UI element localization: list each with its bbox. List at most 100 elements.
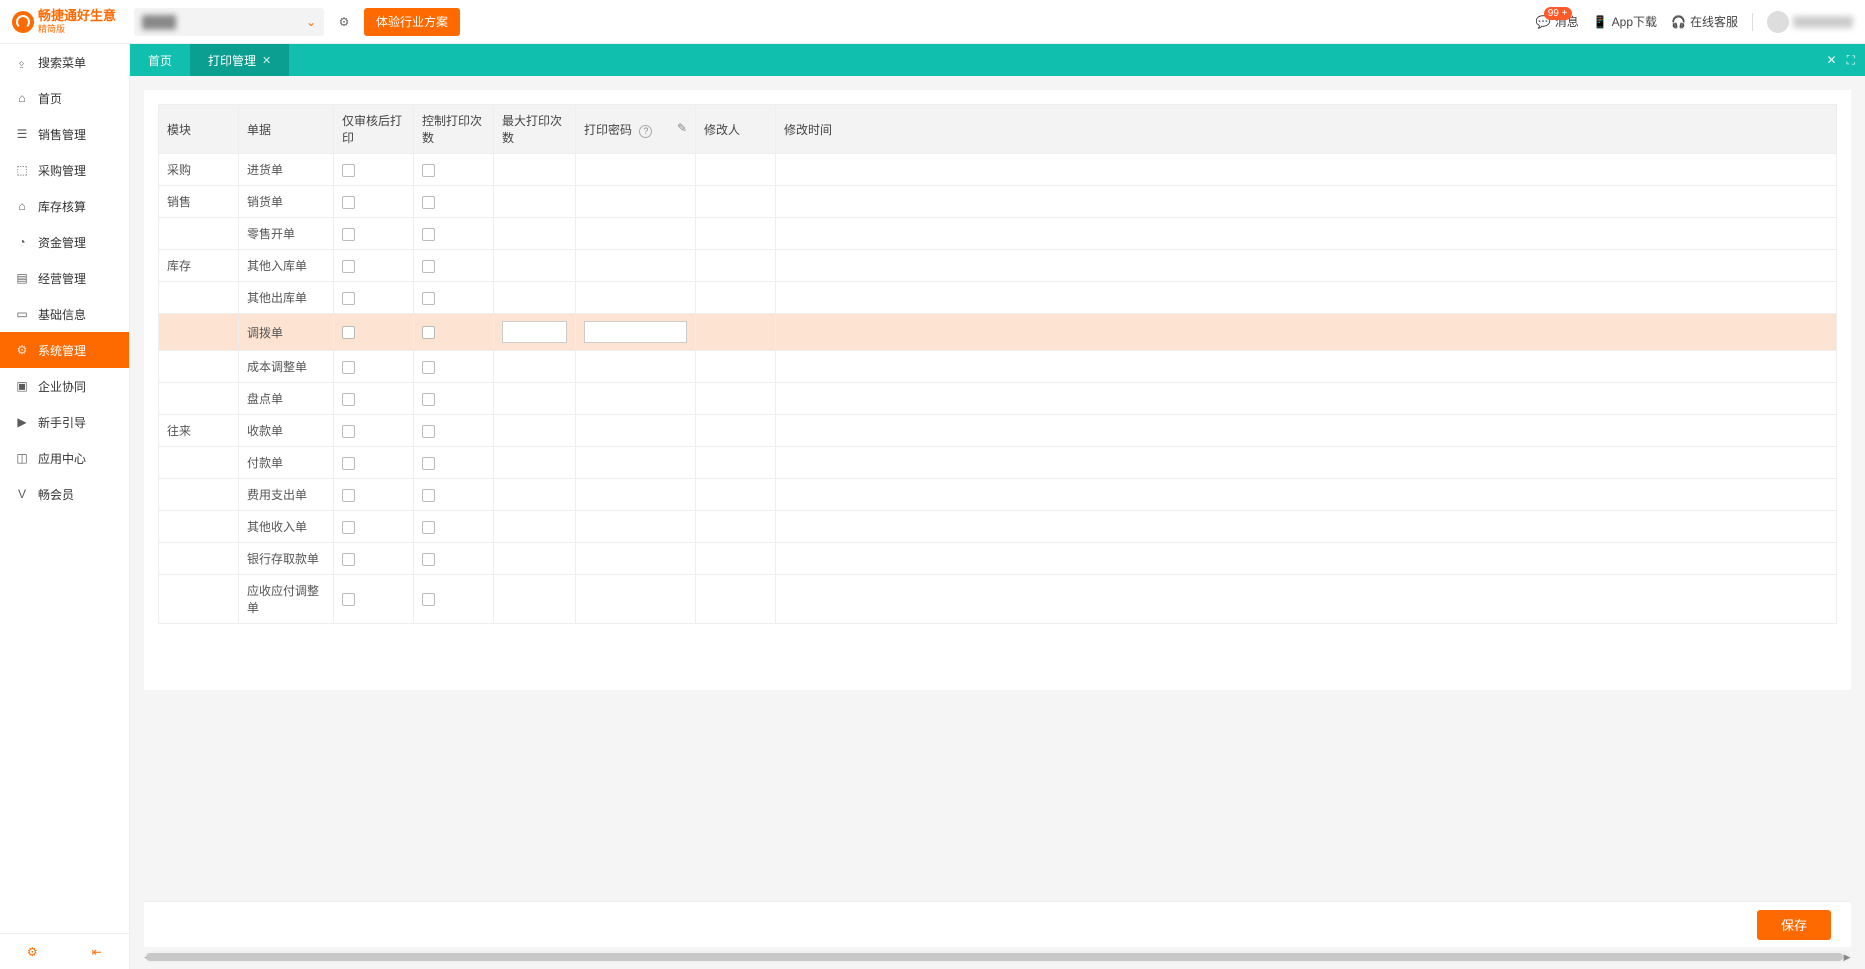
audit-print-checkbox[interactable] [342, 489, 355, 502]
audit-print-checkbox[interactable] [342, 228, 355, 241]
audit-print-checkbox[interactable] [342, 425, 355, 438]
cell-doc: 应收应付调整单 [239, 575, 334, 624]
online-service-label: 在线客服 [1690, 13, 1738, 30]
user-menu[interactable] [1767, 11, 1853, 33]
settings-gear-icon[interactable]: ⚙ [330, 15, 358, 29]
audit-print-checkbox[interactable] [342, 361, 355, 374]
ctrl-count-checkbox[interactable] [422, 196, 435, 209]
audit-print-checkbox[interactable] [342, 521, 355, 534]
ctrl-count-checkbox[interactable] [422, 489, 435, 502]
audit-print-checkbox[interactable] [342, 553, 355, 566]
cell-modifier [696, 511, 776, 543]
scroll-left-arrow[interactable]: ◀ [142, 951, 154, 963]
avatar-icon [1767, 11, 1789, 33]
divider [1752, 13, 1753, 31]
tab-close-all-icon[interactable]: ✕ [1827, 53, 1837, 67]
cell-doc: 其他入库单 [239, 250, 334, 282]
cell-max-count [494, 575, 576, 624]
ctrl-count-checkbox[interactable] [422, 521, 435, 534]
close-icon[interactable]: ✕ [262, 54, 271, 67]
cell-audit-print [334, 415, 414, 447]
horizontal-scrollbar[interactable]: ◀ ▶ [144, 951, 1851, 963]
cell-pwd [576, 154, 696, 186]
sidebar-item-funds[interactable]: ◔资金管理 [0, 224, 129, 260]
sidebar-item-vip[interactable]: V畅会员 [0, 476, 129, 512]
app-download-label: App下载 [1612, 13, 1657, 30]
cell-modifier [696, 314, 776, 351]
edit-icon[interactable]: ✎ [677, 121, 687, 135]
sidebar-item-guide[interactable]: ▶新手引导 [0, 404, 129, 440]
sidebar-settings-icon[interactable]: ⚙ [0, 934, 65, 969]
audit-print-checkbox[interactable] [342, 196, 355, 209]
save-button[interactable]: 保存 [1757, 910, 1831, 940]
help-icon[interactable]: ? [639, 125, 652, 138]
audit-print-checkbox[interactable] [342, 164, 355, 177]
audit-print-checkbox[interactable] [342, 457, 355, 470]
online-service-link[interactable]: 🎧 在线客服 [1671, 13, 1738, 30]
trial-button[interactable]: 体验行业方案 [364, 8, 460, 36]
ctrl-count-checkbox[interactable] [422, 326, 435, 339]
content-scroll[interactable]: 模块 单据 仅审核后打印 控制打印次数 最大打印次数 打印密码 ? ✎ 修改人 [130, 76, 1865, 893]
cell-modifier [696, 383, 776, 415]
sidebar-item-coop[interactable]: ▣企业协同 [0, 368, 129, 404]
ctrl-count-checkbox[interactable] [422, 292, 435, 305]
ctrl-count-checkbox[interactable] [422, 260, 435, 273]
audit-print-checkbox[interactable] [342, 393, 355, 406]
table-row: 往来收款单 [159, 415, 1837, 447]
table-row: 成本调整单 [159, 351, 1837, 383]
sidebar-item-app-center[interactable]: ◫应用中心 [0, 440, 129, 476]
sidebar-collapse-icon[interactable]: ⇤ [65, 934, 130, 969]
th-mod-time: 修改时间 [776, 105, 1837, 154]
company-selector[interactable]: ████ ⌄ [134, 8, 324, 36]
guide-icon: ▶ [14, 415, 30, 429]
cell-pwd [576, 479, 696, 511]
scroll-right-arrow[interactable]: ▶ [1841, 951, 1853, 963]
audit-print-checkbox[interactable] [342, 292, 355, 305]
audit-print-checkbox[interactable] [342, 260, 355, 273]
sidebar-item-inventory[interactable]: ⌂库存核算 [0, 188, 129, 224]
cell-audit-print [334, 314, 414, 351]
table-row: 其他收入单 [159, 511, 1837, 543]
cell-module [159, 511, 239, 543]
cell-ctrl-count [414, 250, 494, 282]
cell-module [159, 351, 239, 383]
sidebar-item-purchase[interactable]: ⬚采购管理 [0, 152, 129, 188]
ctrl-count-checkbox[interactable] [422, 425, 435, 438]
sidebar-item-sales[interactable]: ☰销售管理 [0, 116, 129, 152]
messages-link[interactable]: 💬 99 + 消息 [1536, 13, 1579, 30]
th-ctrl-count: 控制打印次数 [414, 105, 494, 154]
ctrl-count-checkbox[interactable] [422, 553, 435, 566]
ctrl-count-checkbox[interactable] [422, 228, 435, 241]
home-icon: ⌂ [14, 91, 30, 105]
cell-mod-time [776, 575, 1837, 624]
max-count-input[interactable] [502, 321, 567, 343]
cell-ctrl-count [414, 383, 494, 415]
app-download-link[interactable]: 📱 App下载 [1593, 13, 1657, 30]
cell-doc: 零售开单 [239, 218, 334, 250]
print-password-input[interactable] [584, 321, 687, 343]
ctrl-count-checkbox[interactable] [422, 593, 435, 606]
ctrl-count-checkbox[interactable] [422, 393, 435, 406]
cell-module [159, 383, 239, 415]
sidebar-item-home[interactable]: ⌂首页 [0, 80, 129, 116]
table-header-row: 模块 单据 仅审核后打印 控制打印次数 最大打印次数 打印密码 ? ✎ 修改人 [159, 105, 1837, 154]
cell-max-count [494, 447, 576, 479]
sidebar-item-search-menu[interactable]: ⍚搜索菜单 [0, 44, 129, 80]
ctrl-count-checkbox[interactable] [422, 361, 435, 374]
tab-home[interactable]: 首页 [130, 44, 190, 76]
sidebar-item-operation[interactable]: ▤经营管理 [0, 260, 129, 296]
table-row: 采购进货单 [159, 154, 1837, 186]
sidebar-item-label: 采购管理 [38, 162, 86, 179]
ctrl-count-checkbox[interactable] [422, 164, 435, 177]
audit-print-checkbox[interactable] [342, 326, 355, 339]
cell-max-count [494, 479, 576, 511]
sidebar-item-label: 畅会员 [38, 486, 74, 503]
cell-audit-print [334, 351, 414, 383]
ctrl-count-checkbox[interactable] [422, 457, 435, 470]
audit-print-checkbox[interactable] [342, 593, 355, 606]
sidebar-item-system[interactable]: ⚙系统管理 [0, 332, 129, 368]
cell-mod-time [776, 186, 1837, 218]
sidebar-item-basic-info[interactable]: ▭基础信息 [0, 296, 129, 332]
tab-print-manage[interactable]: 打印管理 ✕ [190, 44, 289, 76]
fullscreen-icon[interactable]: ⛶ [1847, 53, 1855, 68]
